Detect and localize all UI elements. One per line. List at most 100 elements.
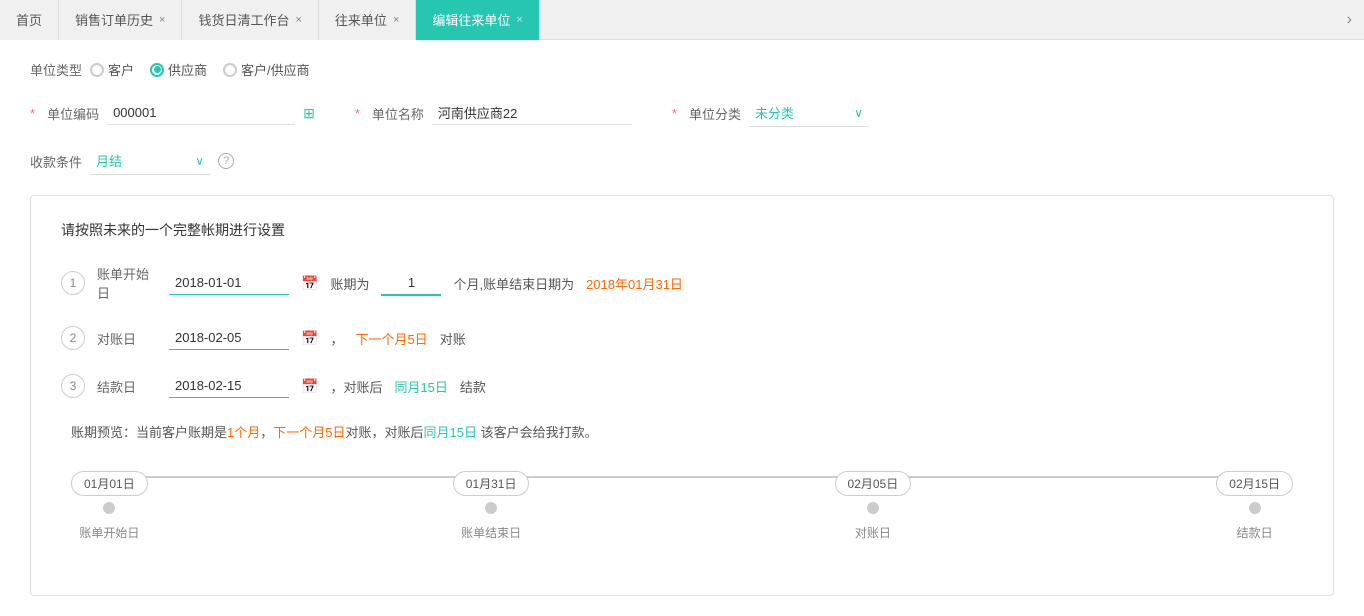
timeline-label-2: 对账日 xyxy=(855,524,891,541)
timeline-dot-2 xyxy=(867,502,879,514)
period-label-3: 结款日 xyxy=(97,377,157,396)
radio-supplier[interactable]: 供应商 xyxy=(150,60,207,79)
tab-edit-partner-label: 编辑往来单位 xyxy=(432,10,510,29)
timeline-date-badge-1: 01月31日 xyxy=(453,471,530,496)
unit-type-row: 单位类型 客户 供应商 客户/供应商 xyxy=(30,60,1334,79)
radio-customer[interactable]: 客户 xyxy=(90,60,134,79)
period-num-2: 2 xyxy=(61,326,85,350)
payment-terms-row: 收款条件 月结 ∨ ? xyxy=(30,147,1334,175)
timeline-label-1: 账单结束日 xyxy=(461,524,521,541)
category-value: 未分类 xyxy=(755,103,848,122)
preview-prefix: 账期预览：当前客户账期是 xyxy=(71,425,227,440)
period-recon-date-calendar-icon[interactable]: 📅 xyxy=(301,330,318,347)
code-required: * xyxy=(30,106,35,121)
period-row1-middle: 账期为 xyxy=(330,274,369,293)
preview-part1: 1个月 xyxy=(227,425,260,440)
tab-cash-work-label: 钱货日清工作台 xyxy=(198,10,289,29)
radio-supplier-label: 供应商 xyxy=(168,60,207,79)
tab-sales-history-close[interactable]: × xyxy=(159,14,165,26)
period-row2-suffix: 对账 xyxy=(440,329,466,348)
radio-supplier-circle xyxy=(150,63,164,77)
timeline-point-0: 01月01日 账单开始日 xyxy=(71,471,148,541)
payment-terms-chevron-icon: ∨ xyxy=(195,154,204,168)
timeline-wrapper: 01月01日 账单开始日 01月31日 账单结束日 02月05日 对账日 02月… xyxy=(71,461,1293,571)
period-row-2: 2 对账日 📅 ， 下一个月5日 对账 xyxy=(61,326,1303,350)
period-row3-prefix: ，对账后 xyxy=(330,377,382,396)
period-row3-suffix: 结款 xyxy=(460,377,486,396)
period-num-1: 1 xyxy=(61,271,85,295)
timeline-dot-3 xyxy=(1249,502,1261,514)
radio-customer-circle xyxy=(90,63,104,77)
period-start-date-input[interactable] xyxy=(169,271,289,295)
category-select[interactable]: 未分类 ∨ xyxy=(749,99,869,127)
category-required: * xyxy=(672,106,677,121)
period-payment-date-calendar-icon[interactable]: 📅 xyxy=(301,378,318,395)
name-input[interactable] xyxy=(432,101,632,125)
period-start-date-calendar-icon[interactable]: 📅 xyxy=(301,275,318,292)
unit-type-label: 单位类型 xyxy=(30,60,82,79)
tab-edit-partner-close[interactable]: × xyxy=(516,14,522,26)
period-end-date-highlight: 2018年01月31日 xyxy=(586,274,683,293)
payment-terms-select[interactable]: 月结 ∨ xyxy=(90,147,210,175)
radio-customer-label: 客户 xyxy=(108,60,134,79)
code-name-category-row: * 单位编码 ⊞ * 单位名称 * 单位分类 未分类 ∨ xyxy=(30,99,1334,127)
preview-part3: 同月15日 xyxy=(424,425,477,440)
payment-terms-help-icon[interactable]: ? xyxy=(218,153,234,169)
period-recon-date-input[interactable] xyxy=(169,326,289,350)
tab-sales-history[interactable]: 销售订单历史 × xyxy=(59,0,182,40)
name-label: 单位名称 xyxy=(372,104,424,123)
timeline-date-badge-3: 02月15日 xyxy=(1216,471,1293,496)
tab-sales-history-label: 销售订单历史 xyxy=(75,10,153,29)
tab-cash-work-close[interactable]: × xyxy=(295,14,301,26)
timeline-date-badge-0: 01月01日 xyxy=(71,471,148,496)
code-label: 单位编码 xyxy=(47,104,99,123)
period-label-1: 账单开始日 xyxy=(97,264,157,302)
payment-terms-label: 收款条件 xyxy=(30,152,82,171)
period-payment-date-input[interactable] xyxy=(169,374,289,398)
period-row-1: 1 账单开始日 📅 账期为 个月,账单结束日期为 2018年01月31日 xyxy=(61,264,1303,302)
tab-cash-work[interactable]: 钱货日清工作台 × xyxy=(182,0,318,40)
category-group: * 单位分类 未分类 ∨ xyxy=(672,99,869,127)
timeline-date-badge-2: 02月05日 xyxy=(835,471,912,496)
tab-partners[interactable]: 往来单位 × xyxy=(319,0,416,40)
preview-text: 账期预览：当前客户账期是1个月，下一个月5日对账，对账后同月15日 该客户会给我… xyxy=(71,422,1293,441)
tab-more-button[interactable]: › xyxy=(1335,0,1364,40)
preview-part2: 下一个月5日 xyxy=(273,425,345,440)
period-month-input[interactable] xyxy=(381,271,441,296)
tab-partners-close[interactable]: × xyxy=(393,14,399,26)
radio-group: 客户 供应商 客户/供应商 xyxy=(90,60,310,79)
period-row1-suffix: 个月,账单结束日期为 xyxy=(453,274,574,293)
radio-both[interactable]: 客户/供应商 xyxy=(223,60,310,79)
period-label-2: 对账日 xyxy=(97,329,157,348)
payment-terms-value: 月结 xyxy=(96,151,189,170)
copy-icon[interactable]: ⊞ xyxy=(303,105,315,122)
timeline-label-0: 账单开始日 xyxy=(79,524,139,541)
timeline-dot-0 xyxy=(103,502,115,514)
tab-partners-label: 往来单位 xyxy=(335,10,387,29)
preview-suffix: 该客户会给我打款。 xyxy=(477,425,598,440)
tabs-bar: 首页 销售订单历史 × 钱货日清工作台 × 往来单位 × 编辑往来单位 × › xyxy=(0,0,1364,40)
tab-edit-partner[interactable]: 编辑往来单位 × xyxy=(416,0,539,40)
period-row3-highlight: 同月15日 xyxy=(394,377,447,396)
tab-home[interactable]: 首页 xyxy=(0,0,59,40)
name-group: * 单位名称 xyxy=(355,101,632,125)
radio-both-circle xyxy=(223,63,237,77)
tab-home-label: 首页 xyxy=(16,10,42,29)
category-label: 单位分类 xyxy=(689,104,741,123)
section-title: 请按照未来的一个完整帐期进行设置 xyxy=(61,220,1303,240)
category-chevron-icon: ∨ xyxy=(854,106,863,120)
timeline-point-1: 01月31日 账单结束日 xyxy=(453,471,530,541)
period-row2-sep: ， xyxy=(330,329,343,348)
unit-type-group: 单位类型 客户 供应商 客户/供应商 xyxy=(30,60,310,79)
timeline-points: 01月01日 账单开始日 01月31日 账单结束日 02月05日 对账日 02月… xyxy=(71,471,1293,541)
period-section-box: 请按照未来的一个完整帐期进行设置 1 账单开始日 📅 账期为 个月,账单结束日期… xyxy=(30,195,1334,596)
preview-section: 账期预览：当前客户账期是1个月，下一个月5日对账，对账后同月15日 该客户会给我… xyxy=(61,422,1303,571)
preview-sep2: 对账，对账后 xyxy=(346,425,424,440)
code-input[interactable] xyxy=(107,101,295,125)
main-content: 单位类型 客户 供应商 客户/供应商 * 单位编码 xyxy=(0,40,1364,616)
timeline-label-3: 结款日 xyxy=(1237,524,1273,541)
period-row2-next-text: 下一个月5日 xyxy=(355,329,427,348)
period-row-3: 3 结款日 📅 ，对账后 同月15日 结款 xyxy=(61,374,1303,398)
preview-sep1: ， xyxy=(260,425,273,440)
timeline-dot-1 xyxy=(485,502,497,514)
